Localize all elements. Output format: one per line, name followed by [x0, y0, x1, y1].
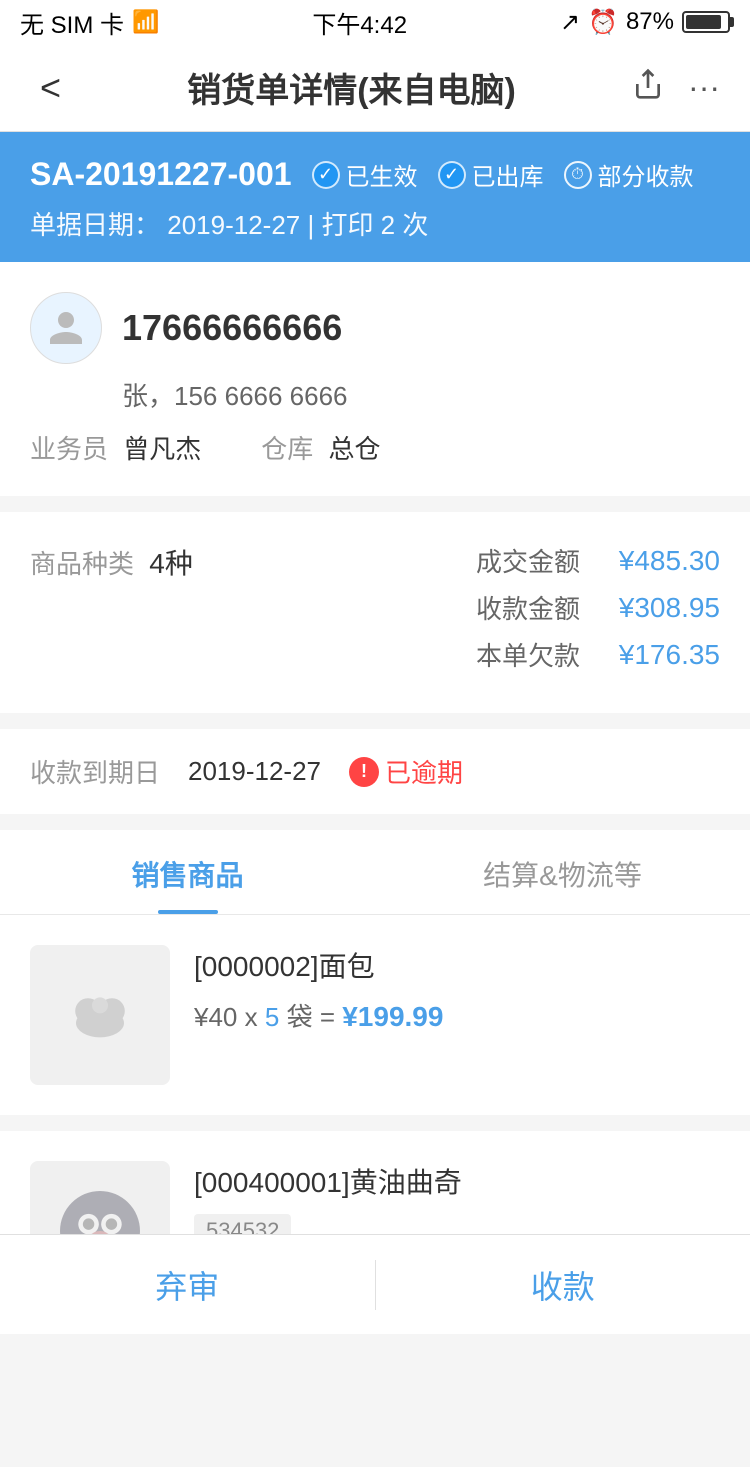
status-left: 无 SIM 卡 📶 — [20, 5, 159, 40]
order-date: 单据日期： 2019-12-27 | 打印 2 次 — [30, 205, 720, 242]
check-icon-2: ✓ — [438, 161, 466, 189]
more-button[interactable]: ··· — [688, 69, 720, 106]
price-value-1: ¥40 — [194, 1002, 237, 1032]
stats-left: 商品种类 4种 — [30, 542, 375, 582]
status-label-2: 已出库 — [472, 157, 544, 192]
unit-value-1: 袋 — [287, 1002, 313, 1032]
tab-sales-label: 销售商品 — [131, 860, 243, 891]
nav-bar: < 销货单详情(来自电脑) ··· — [0, 44, 750, 132]
back-button[interactable]: < — [30, 57, 71, 119]
order-banner: SA-20191227-001 ✓ 已生效 ✓ 已出库 ⏱ 部分收款 单据日期：… — [0, 132, 750, 262]
bottom-spacer — [0, 1347, 750, 1467]
abandon-button[interactable]: 弃审 — [0, 1242, 375, 1328]
total-value-1: ¥199.99 — [342, 1001, 443, 1032]
tab-underline — [158, 910, 218, 914]
product-type-count: 4种 — [149, 548, 193, 579]
order-banner-top: SA-20191227-001 ✓ 已生效 ✓ 已出库 ⏱ 部分收款 — [30, 156, 720, 193]
product-name-2: [000400001]黄油曲奇 — [194, 1161, 720, 1201]
debt-value: ¥176.35 — [600, 639, 720, 671]
amount-label: 成交金额 — [476, 542, 580, 579]
equals-1: = — [320, 1002, 342, 1032]
clock-icon: ⏱ — [564, 161, 592, 189]
tab-settlement[interactable]: 结算&物流等 — [375, 830, 750, 914]
warehouse-label: 仓库 — [261, 434, 313, 464]
tab-settlement-label: 结算&物流等 — [483, 860, 642, 891]
received-value: ¥308.95 — [600, 592, 720, 624]
page-title: 销货单详情(来自电脑) — [187, 63, 516, 112]
salesperson-name: 曾凡杰 — [123, 434, 201, 464]
debt-label: 本单欠款 — [476, 636, 580, 673]
status-right: ↗ ⏰ 87% — [560, 8, 730, 37]
order-id: SA-20191227-001 — [30, 156, 292, 193]
warehouse-name: 总仓 — [329, 434, 381, 464]
product-name-1: [0000002]面包 — [194, 945, 720, 985]
battery-fill — [686, 15, 721, 29]
salesperson-label: 业务员 — [30, 434, 108, 464]
warehouse-info: 仓库 总仓 — [261, 429, 380, 466]
product-info-1: [0000002]面包 ¥40 x 5 袋 = ¥199.99 — [194, 945, 720, 1034]
status-time: 下午4:42 — [312, 5, 407, 40]
share-button[interactable] — [632, 68, 664, 108]
customer-meta: 业务员 曾凡杰 仓库 总仓 — [30, 429, 720, 466]
location-icon: ↗ — [560, 8, 580, 37]
product-type-label: 商品种类 — [30, 549, 134, 579]
list-item: [0000002]面包 ¥40 x 5 袋 = ¥199.99 — [0, 915, 750, 1115]
amount-value: ¥485.30 — [600, 545, 720, 577]
status-badge-2: ✓ 已出库 — [438, 157, 544, 192]
amount-row: 成交金额 ¥485.30 — [375, 542, 720, 579]
wifi-icon: 📶 — [132, 9, 159, 35]
price-multiply-1: x — [245, 1002, 265, 1032]
battery-indicator — [682, 11, 730, 33]
product-price-1: ¥40 x 5 袋 = ¥199.99 — [194, 997, 720, 1034]
tab-sales-products[interactable]: 销售商品 — [0, 830, 375, 914]
order-date-label: 单据日期： — [30, 210, 160, 240]
received-row: 收款金额 ¥308.95 — [375, 589, 720, 626]
order-date-value: 2019-12-27 — [167, 210, 300, 240]
customer-top: 17666666666 — [30, 292, 720, 364]
debt-row: 本单欠款 ¥176.35 — [375, 636, 720, 673]
carrier-text: 无 SIM 卡 — [20, 5, 124, 40]
overdue-icon: ! — [349, 757, 379, 787]
overdue-badge: ! 已逾期 — [349, 753, 463, 790]
qty-value-1: 5 — [265, 1002, 279, 1032]
nav-actions: ··· — [632, 68, 720, 108]
due-date-value: 2019-12-27 — [188, 756, 321, 787]
stats-right: 成交金额 ¥485.30 收款金额 ¥308.95 本单欠款 ¥176.35 — [375, 542, 720, 683]
status-label-3: 部分收款 — [598, 157, 694, 192]
bottom-bar: 弃审 收款 — [0, 1234, 750, 1334]
salesperson-info: 业务员 曾凡杰 — [30, 429, 201, 466]
customer-contact: 张，156 6666 6666 — [30, 376, 720, 413]
overdue-text: 已逾期 — [385, 753, 463, 790]
stats-section: 商品种类 4种 成交金额 ¥485.30 收款金额 ¥308.95 本单欠款 ¥… — [0, 512, 750, 713]
order-print-info: | 打印 2 次 — [307, 210, 428, 240]
customer-phone: 17666666666 — [122, 307, 342, 349]
status-badge-3: ⏱ 部分收款 — [564, 157, 694, 192]
alarm-icon: ⏰ — [588, 8, 618, 37]
status-bar: 无 SIM 卡 📶 下午4:42 ↗ ⏰ 87% — [0, 0, 750, 44]
status-label-1: 已生效 — [346, 157, 418, 192]
collect-button[interactable]: 收款 — [376, 1242, 750, 1328]
status-badge-1: ✓ 已生效 — [312, 157, 418, 192]
received-label: 收款金额 — [476, 589, 580, 626]
due-date-label: 收款到期日 — [30, 753, 160, 790]
battery-percent: 87% — [626, 8, 674, 36]
tabs-bar: 销售商品 结算&物流等 — [0, 830, 750, 915]
product-image-1 — [30, 945, 170, 1085]
customer-section: 17666666666 张，156 6666 6666 业务员 曾凡杰 仓库 总… — [0, 262, 750, 496]
avatar — [30, 292, 102, 364]
due-section: 收款到期日 2019-12-27 ! 已逾期 — [0, 729, 750, 814]
check-icon-1: ✓ — [312, 161, 340, 189]
